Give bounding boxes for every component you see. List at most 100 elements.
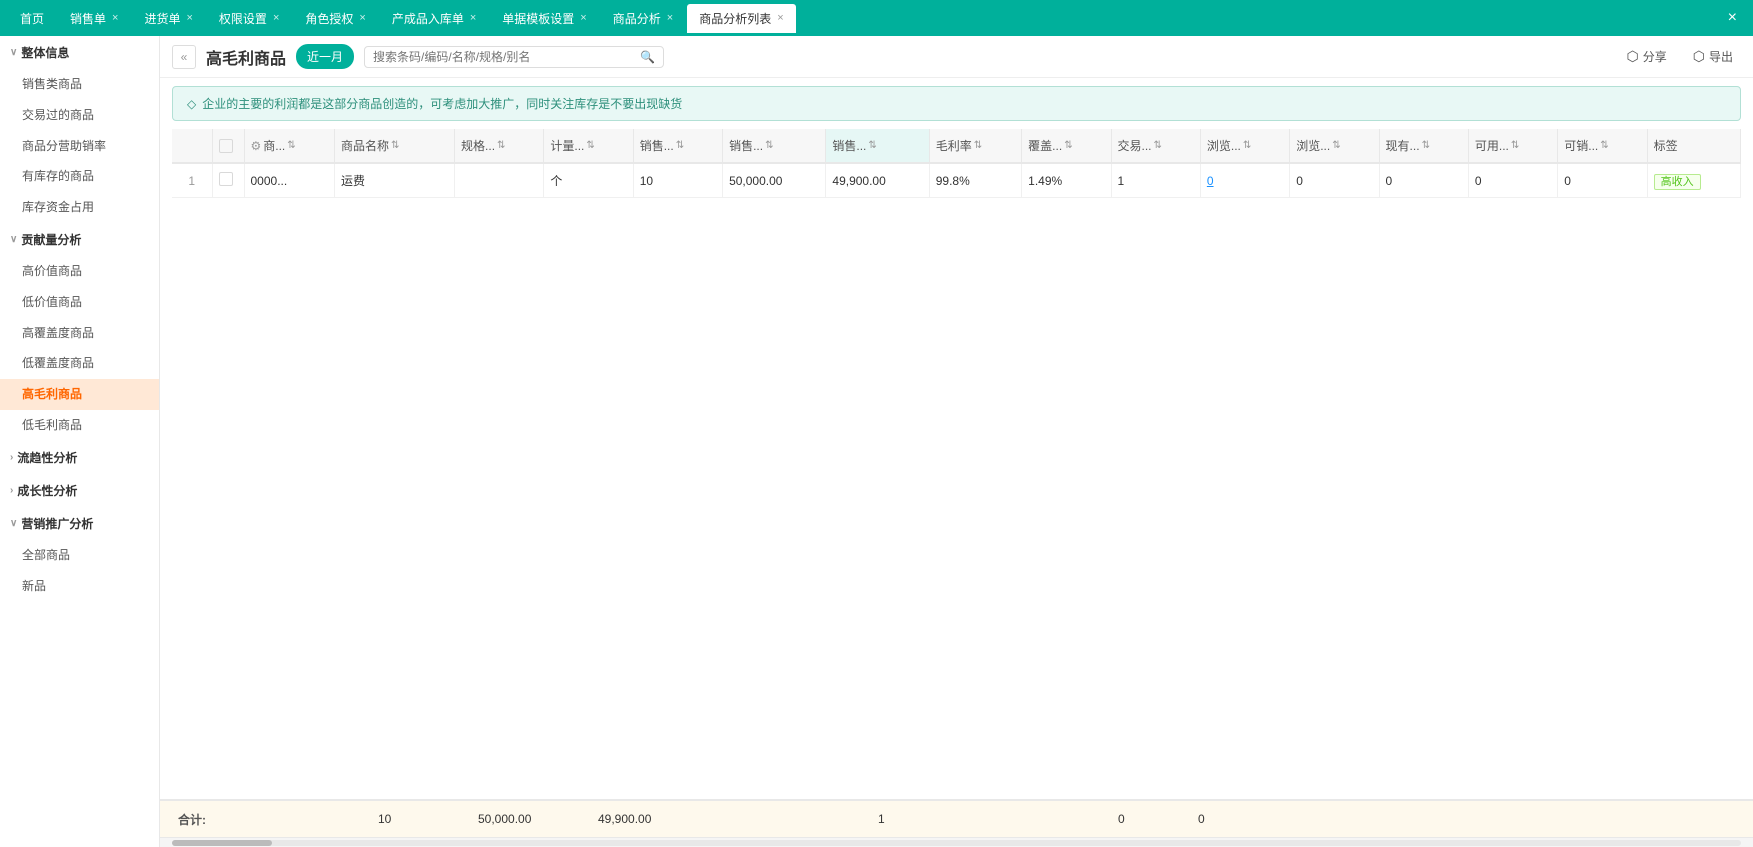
sidebar-collapse-btn[interactable]: « (172, 45, 196, 69)
nav-close-template[interactable]: × (580, 12, 586, 24)
nav-stock-in[interactable]: 产成品入库单 × (380, 4, 488, 33)
footer-trade: 1 (872, 812, 952, 826)
footer-stock2: 0 (1192, 812, 1272, 826)
row-select-checkbox[interactable] (219, 172, 233, 186)
main-layout: ∨ 整体信息 销售类商品 交易过的商品 商品分营助销率 有库存的商品 库存资金占… (0, 36, 1753, 847)
nav-analysis[interactable]: 商品分析 × (601, 4, 685, 33)
sort-coverage: ⇅ (1064, 140, 1072, 151)
col-coverage[interactable]: 覆盖... ⇅ (1022, 129, 1111, 163)
col-tag[interactable]: 标签 (1647, 129, 1740, 163)
row-sales1-1: 10 (633, 163, 722, 198)
row-stock3-1: 0 (1558, 163, 1647, 198)
sidebar-section-flow[interactable]: › 流趋性分析 (0, 441, 159, 474)
nav-home[interactable]: 首页 (8, 4, 56, 33)
nav-sales[interactable]: 销售单 × (58, 4, 130, 33)
sidebar: ∨ 整体信息 销售类商品 交易过的商品 商品分营助销率 有库存的商品 库存资金占… (0, 36, 160, 847)
sidebar-section-overall[interactable]: ∨ 整体信息 (0, 36, 159, 69)
nav-analysis-list[interactable]: 商品分析列表 × (687, 4, 795, 33)
nav-close-sales[interactable]: × (112, 12, 118, 24)
col-spec[interactable]: 规格... ⇅ (455, 129, 544, 163)
row-code-1[interactable]: 0000... (244, 163, 335, 198)
col-sales2[interactable]: 销售... ⇅ (723, 129, 826, 163)
footer-sales2: 50,000.00 (472, 812, 592, 826)
sidebar-item-low-coverage[interactable]: 低覆盖度商品 (0, 348, 159, 379)
row-stock1-1: 0 (1379, 163, 1468, 198)
sidebar-item-in-stock[interactable]: 有库存的商品 (0, 161, 159, 192)
col-trade[interactable]: 交易... ⇅ (1111, 129, 1200, 163)
sidebar-item-category-rate[interactable]: 商品分营助销率 (0, 131, 159, 162)
col-gross[interactable]: 毛利率 ⇅ (929, 129, 1021, 163)
nav-close-analysis[interactable]: × (667, 12, 673, 24)
table-container[interactable]: ⚙ 商... ⇅ 商品名称 ⇅ (160, 129, 1753, 799)
window-close[interactable]: × (1720, 5, 1745, 31)
col-stock2[interactable]: 可用... ⇅ (1468, 129, 1557, 163)
sidebar-item-sales-goods[interactable]: 销售类商品 (0, 69, 159, 100)
sidebar-item-traded-goods[interactable]: 交易过的商品 (0, 100, 159, 131)
footer-label: 合计: (172, 811, 372, 828)
col-unit[interactable]: 计量... ⇅ (544, 129, 633, 163)
filter-recent-month[interactable]: 近一月 (296, 44, 354, 69)
row-coverage-1: 1.49% (1022, 163, 1111, 198)
row-name-1: 运费 (335, 163, 455, 198)
sidebar-item-high-coverage[interactable]: 高覆盖度商品 (0, 318, 159, 349)
sidebar-item-new-goods[interactable]: 新品 (0, 571, 159, 602)
sidebar-section-contribution[interactable]: ∨ 贡献量分析 (0, 223, 159, 256)
sort-browse1: ⇅ (1243, 140, 1251, 151)
settings-icon[interactable]: ⚙ (251, 139, 262, 153)
sidebar-section-growth[interactable]: › 成长性分析 (0, 474, 159, 507)
sort-stock3: ⇅ (1600, 140, 1608, 151)
nav-close-analysis-list[interactable]: × (777, 12, 783, 24)
sidebar-item-low-margin[interactable]: 低毛利商品 (0, 410, 159, 441)
col-checkbox[interactable] (212, 129, 244, 163)
nav-template[interactable]: 单据模板设置 × (490, 4, 598, 33)
nav-close-purchase[interactable]: × (186, 12, 192, 24)
col-browse2[interactable]: 浏览... ⇅ (1290, 129, 1379, 163)
footer-sales1: 10 (372, 812, 472, 826)
nav-close-permission[interactable]: × (273, 12, 279, 24)
export-button[interactable]: ⬡ 导出 (1685, 44, 1741, 69)
nav-permission[interactable]: 权限设置 × (207, 4, 291, 33)
col-stock3[interactable]: 可销... ⇅ (1558, 129, 1647, 163)
sort-stock2: ⇅ (1511, 140, 1519, 151)
search-input[interactable] (373, 50, 636, 64)
col-sales3[interactable]: 销售... ⇅ (826, 129, 929, 163)
row-browse1-1[interactable]: 0 (1200, 163, 1289, 198)
nav-close-stock-in[interactable]: × (470, 12, 476, 24)
col-code[interactable]: ⚙ 商... ⇅ (244, 129, 335, 163)
sidebar-item-all-goods[interactable]: 全部商品 (0, 540, 159, 571)
nav-close-role[interactable]: × (359, 12, 365, 24)
col-stock1[interactable]: 现有... ⇅ (1379, 129, 1468, 163)
row-tag-1: 高收入 (1647, 163, 1740, 198)
info-text: 企业的主要的利润都是这部分商品创造的，可考虑加大推广，同时关注库存是不要出现缺货 (202, 95, 682, 112)
row-sales2-1: 50,000.00 (723, 163, 826, 198)
sort-spec: ⇅ (497, 140, 505, 151)
sidebar-section-marketing[interactable]: ∨ 营销推广分析 (0, 507, 159, 540)
sidebar-item-low-value[interactable]: 低价值商品 (0, 287, 159, 318)
nav-role[interactable]: 角色授权 × (293, 4, 377, 33)
row-checkbox-1[interactable] (212, 163, 244, 198)
share-icon: ⬡ (1627, 48, 1639, 65)
sort-code: ⇅ (287, 140, 295, 151)
col-name[interactable]: 商品名称 ⇅ (335, 129, 455, 163)
share-button[interactable]: ⬡ 分享 (1619, 44, 1675, 69)
row-gross-1: 99.8% (929, 163, 1021, 198)
col-browse1[interactable]: 浏览... ⇅ (1200, 129, 1289, 163)
select-all-checkbox[interactable] (219, 139, 233, 153)
sidebar-item-stock-capital[interactable]: 库存资金占用 (0, 192, 159, 223)
table-row: 1 0000... 运费 个 10 50,000.00 49,900.00 99… (172, 163, 1741, 198)
search-icon[interactable]: 🔍 (640, 50, 655, 64)
col-num (172, 129, 212, 163)
page-title: 高毛利商品 (206, 45, 286, 69)
col-sales1[interactable]: 销售... ⇅ (633, 129, 722, 163)
scroll-thumb[interactable] (172, 840, 272, 846)
nav-purchase[interactable]: 进货单 × (132, 4, 204, 33)
sort-sales2: ⇅ (765, 140, 773, 151)
row-trade-1: 1 (1111, 163, 1200, 198)
row-spec-1 (455, 163, 544, 198)
sidebar-item-high-margin[interactable]: 高毛利商品 (0, 379, 159, 410)
sidebar-item-high-value[interactable]: 高价值商品 (0, 256, 159, 287)
scroll-track[interactable] (172, 840, 1741, 846)
arrow-growth: › (10, 485, 13, 496)
sort-unit: ⇅ (586, 140, 594, 151)
bottom-scrollbar[interactable] (160, 837, 1753, 847)
